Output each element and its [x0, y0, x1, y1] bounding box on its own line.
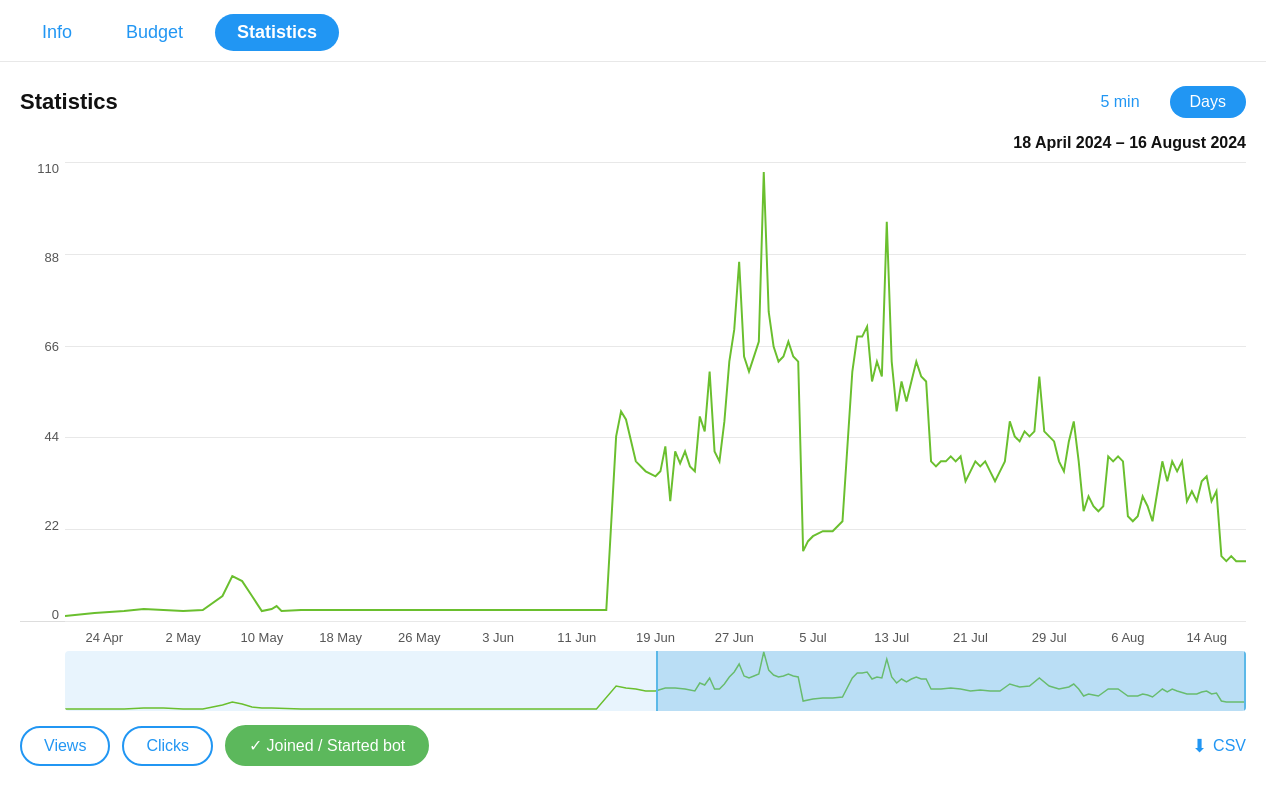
- x-label-11jun: 11 Jun: [537, 630, 616, 645]
- main-content: Statistics 5 min Days 18 April 2024 – 16…: [0, 62, 1266, 786]
- days-button[interactable]: Days: [1170, 86, 1246, 118]
- y-label-22: 22: [20, 519, 65, 532]
- chart-wrapper: 110 88 66 44 22 0: [20, 162, 1246, 711]
- time-controls: 5 min Days: [1080, 86, 1246, 118]
- joined-button[interactable]: ✓ Joined / Started bot: [225, 725, 429, 766]
- y-label-0: 0: [20, 608, 65, 621]
- chart-svg: [65, 162, 1246, 621]
- five-min-button[interactable]: 5 min: [1080, 86, 1159, 118]
- x-label-19jun: 19 Jun: [616, 630, 695, 645]
- x-label-6aug: 6 Aug: [1089, 630, 1168, 645]
- x-label-21jul: 21 Jul: [931, 630, 1010, 645]
- csv-label: CSV: [1213, 737, 1246, 755]
- x-label-14aug: 14 Aug: [1167, 630, 1246, 645]
- y-label-110: 110: [20, 162, 65, 175]
- date-range: 18 April 2024 – 16 August 2024: [20, 134, 1246, 152]
- x-label-10may: 10 May: [222, 630, 301, 645]
- tab-budget[interactable]: Budget: [104, 14, 205, 51]
- x-axis: 24 Apr 2 May 10 May 18 May 26 May 3 Jun …: [65, 622, 1246, 645]
- bottom-legend: Views Clicks ✓ Joined / Started bot ⬇ CS…: [20, 711, 1246, 776]
- x-label-27jun: 27 Jun: [695, 630, 774, 645]
- views-button[interactable]: Views: [20, 726, 110, 766]
- stats-title: Statistics: [20, 89, 118, 115]
- top-nav: Info Budget Statistics: [0, 0, 1266, 62]
- x-label-13jul: 13 Jul: [852, 630, 931, 645]
- clicks-button[interactable]: Clicks: [122, 726, 213, 766]
- tab-statistics[interactable]: Statistics: [215, 14, 339, 51]
- tab-info[interactable]: Info: [20, 14, 94, 51]
- y-label-88: 88: [20, 251, 65, 264]
- csv-button[interactable]: ⬇ CSV: [1192, 735, 1246, 757]
- x-label-26may: 26 May: [380, 630, 459, 645]
- y-label-66: 66: [20, 340, 65, 353]
- x-label-18may: 18 May: [301, 630, 380, 645]
- x-label-24apr: 24 Apr: [65, 630, 144, 645]
- chart-area: 110 88 66 44 22 0: [20, 162, 1246, 622]
- y-label-44: 44: [20, 430, 65, 443]
- legend-buttons: Views Clicks ✓ Joined / Started bot: [20, 725, 429, 766]
- x-label-3jun: 3 Jun: [459, 630, 538, 645]
- x-label-2may: 2 May: [144, 630, 223, 645]
- download-icon: ⬇: [1192, 735, 1207, 757]
- y-axis: 110 88 66 44 22 0: [20, 162, 65, 621]
- x-label-5jul: 5 Jul: [774, 630, 853, 645]
- mini-chart-navigator[interactable]: [65, 651, 1246, 711]
- chart-svg-container: [65, 162, 1246, 621]
- x-label-29jul: 29 Jul: [1010, 630, 1089, 645]
- mini-chart-selection[interactable]: [656, 651, 1247, 711]
- stats-header: Statistics 5 min Days: [20, 86, 1246, 118]
